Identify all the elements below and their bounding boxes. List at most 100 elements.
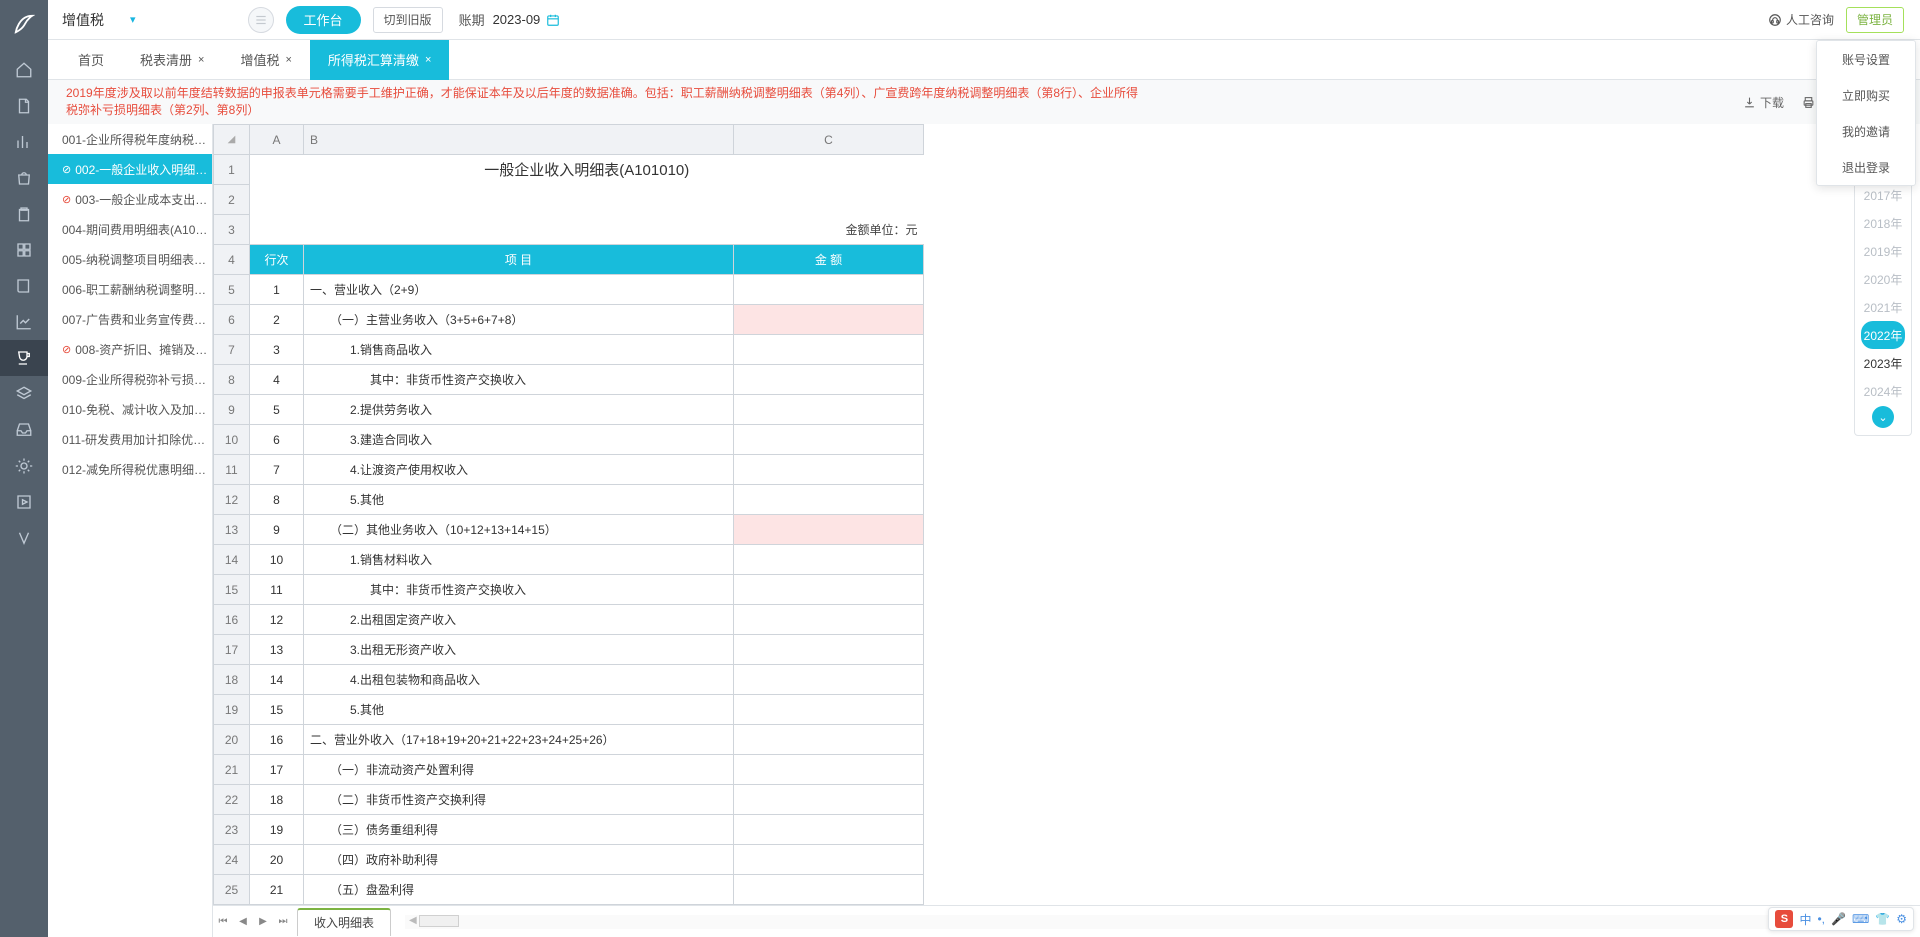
rail-book-icon[interactable] [0, 268, 48, 304]
form-item-5[interactable]: 006-职工薪酬纳税调整明细… [48, 274, 212, 304]
cell-seq[interactable]: 19 [250, 815, 304, 845]
row-header[interactable]: 17 [214, 635, 250, 665]
sheet-nav-last-icon[interactable]: ⏭ [273, 912, 293, 932]
user-menu-item-0[interactable]: 账号设置 [1817, 41, 1915, 77]
admin-button[interactable]: 管理员 [1846, 7, 1904, 33]
form-item-0[interactable]: 001-企业所得税年度纳税申… [48, 124, 212, 154]
cell-seq[interactable]: 1 [250, 275, 304, 305]
rail-cup-icon[interactable] [0, 340, 48, 376]
cell-seq[interactable]: 4 [250, 365, 304, 395]
cell-value[interactable] [734, 695, 924, 725]
rail-inbox-icon[interactable] [0, 412, 48, 448]
form-item-2[interactable]: ⊘003-一般企业成本支出明细… [48, 184, 212, 214]
ime-punct-icon[interactable]: •, [1817, 912, 1825, 926]
form-item-3[interactable]: 004-期间费用明细表(A1040… [48, 214, 212, 244]
rail-doc-icon[interactable] [0, 88, 48, 124]
rail-gear-icon[interactable] [0, 448, 48, 484]
year-item-2018年[interactable]: 2018年 [1855, 209, 1911, 237]
row-header[interactable]: 21 [214, 755, 250, 785]
year-item-2020年[interactable]: 2020年 [1855, 265, 1911, 293]
rail-home-icon[interactable] [0, 52, 48, 88]
year-more-button[interactable]: ⌄ [1855, 405, 1911, 429]
sheet-tab[interactable]: 收入明细表 [297, 908, 391, 936]
year-item-2019年[interactable]: 2019年 [1855, 237, 1911, 265]
cell-item[interactable]: （二）非货币性资产交换利得 [304, 785, 734, 815]
rail-play-icon[interactable] [0, 484, 48, 520]
cell-seq[interactable]: 15 [250, 695, 304, 725]
cell-value[interactable] [734, 485, 924, 515]
cell-seq[interactable]: 12 [250, 605, 304, 635]
year-item-2024年[interactable]: 2024年 [1855, 377, 1911, 405]
close-icon[interactable]: × [198, 54, 204, 66]
cell-item[interactable]: （一）主营业务收入（3+5+6+7+8） [304, 305, 734, 335]
ime-keyboard-icon[interactable]: ⌨ [1852, 912, 1869, 926]
cell-item[interactable]: 4.让渡资产使用权收入 [304, 455, 734, 485]
cell-value[interactable] [734, 785, 924, 815]
cell-seq[interactable]: 11 [250, 575, 304, 605]
year-item-2021年[interactable]: 2021年 [1855, 293, 1911, 321]
ime-skin-icon[interactable]: 👕 [1875, 912, 1890, 926]
row-header[interactable]: 5 [214, 275, 250, 305]
row-header[interactable]: 9 [214, 395, 250, 425]
row-header[interactable]: 3 [214, 215, 250, 245]
cell-value[interactable] [734, 815, 924, 845]
row-header[interactable]: 10 [214, 425, 250, 455]
cell-seq[interactable]: 2 [250, 305, 304, 335]
tab-1[interactable]: 税表清册× [122, 40, 222, 80]
cell-value[interactable] [734, 845, 924, 875]
rail-chart2-icon[interactable] [0, 304, 48, 340]
cell-value[interactable] [734, 575, 924, 605]
cell-item[interactable]: （五）盘盈利得 [304, 875, 734, 905]
list-toggle-button[interactable] [248, 7, 274, 33]
row-header[interactable]: 24 [214, 845, 250, 875]
cell-value[interactable] [734, 365, 924, 395]
col-header-a[interactable]: A [250, 125, 304, 155]
row-header[interactable]: 18 [214, 665, 250, 695]
cell-value[interactable] [734, 425, 924, 455]
cell-item[interactable]: （四）政府补助利得 [304, 845, 734, 875]
row-header[interactable]: 6 [214, 305, 250, 335]
cell-item[interactable]: 一、营业收入（2+9） [304, 275, 734, 305]
consult-link[interactable]: 人工咨询 [1768, 11, 1834, 28]
switch-old-button[interactable]: 切到旧版 [373, 7, 443, 33]
user-menu-item-2[interactable]: 我的邀请 [1817, 113, 1915, 149]
year-item-2023年[interactable]: 2023年 [1855, 349, 1911, 377]
cell-value[interactable] [734, 665, 924, 695]
cell-seq[interactable]: 18 [250, 785, 304, 815]
cell-seq[interactable]: 10 [250, 545, 304, 575]
ime-toolbox-icon[interactable]: ⚙ [1896, 912, 1907, 926]
cell-item[interactable]: 2.出租固定资产收入 [304, 605, 734, 635]
corner-cell[interactable]: ◢ [214, 125, 250, 155]
tab-2[interactable]: 增值税× [222, 40, 309, 80]
cell-value[interactable] [734, 605, 924, 635]
tab-3[interactable]: 所得税汇算清缴× [310, 40, 449, 80]
cell-seq[interactable]: 7 [250, 455, 304, 485]
col-header-c[interactable]: C [734, 125, 924, 155]
cell-seq[interactable]: 14 [250, 665, 304, 695]
year-item-2022年[interactable]: 2022年 [1861, 321, 1905, 349]
row-header[interactable]: 4 [214, 245, 250, 275]
row-header[interactable]: 14 [214, 545, 250, 575]
row-header[interactable]: 15 [214, 575, 250, 605]
form-item-6[interactable]: 007-广告费和业务宣传费跨… [48, 304, 212, 334]
cell-seq[interactable]: 17 [250, 755, 304, 785]
form-item-7[interactable]: ⊘008-资产折旧、摊销及纳税… [48, 334, 212, 364]
row-header[interactable]: 22 [214, 785, 250, 815]
user-menu-item-3[interactable]: 退出登录 [1817, 149, 1915, 185]
module-chevron-icon[interactable]: ▾ [124, 13, 142, 26]
row-header[interactable]: 7 [214, 335, 250, 365]
form-item-9[interactable]: 010-免税、减计收入及加计… [48, 394, 212, 424]
cell-item[interactable]: 3.建造合同收入 [304, 425, 734, 455]
cell-value[interactable] [734, 335, 924, 365]
sheet-nav-prev-icon[interactable]: ◀ [233, 912, 253, 932]
rail-grid-icon[interactable] [0, 232, 48, 268]
row-header[interactable]: 19 [214, 695, 250, 725]
rail-layers-icon[interactable] [0, 376, 48, 412]
cell-item[interactable]: 3.出租无形资产收入 [304, 635, 734, 665]
tab-0[interactable]: 首页 [60, 40, 122, 80]
cell-value[interactable] [734, 305, 924, 335]
download-button[interactable]: 下载 [1743, 94, 1784, 111]
cell-item[interactable]: （二）其他业务收入（10+12+13+14+15） [304, 515, 734, 545]
cell-value[interactable] [734, 755, 924, 785]
cell-seq[interactable]: 21 [250, 875, 304, 905]
